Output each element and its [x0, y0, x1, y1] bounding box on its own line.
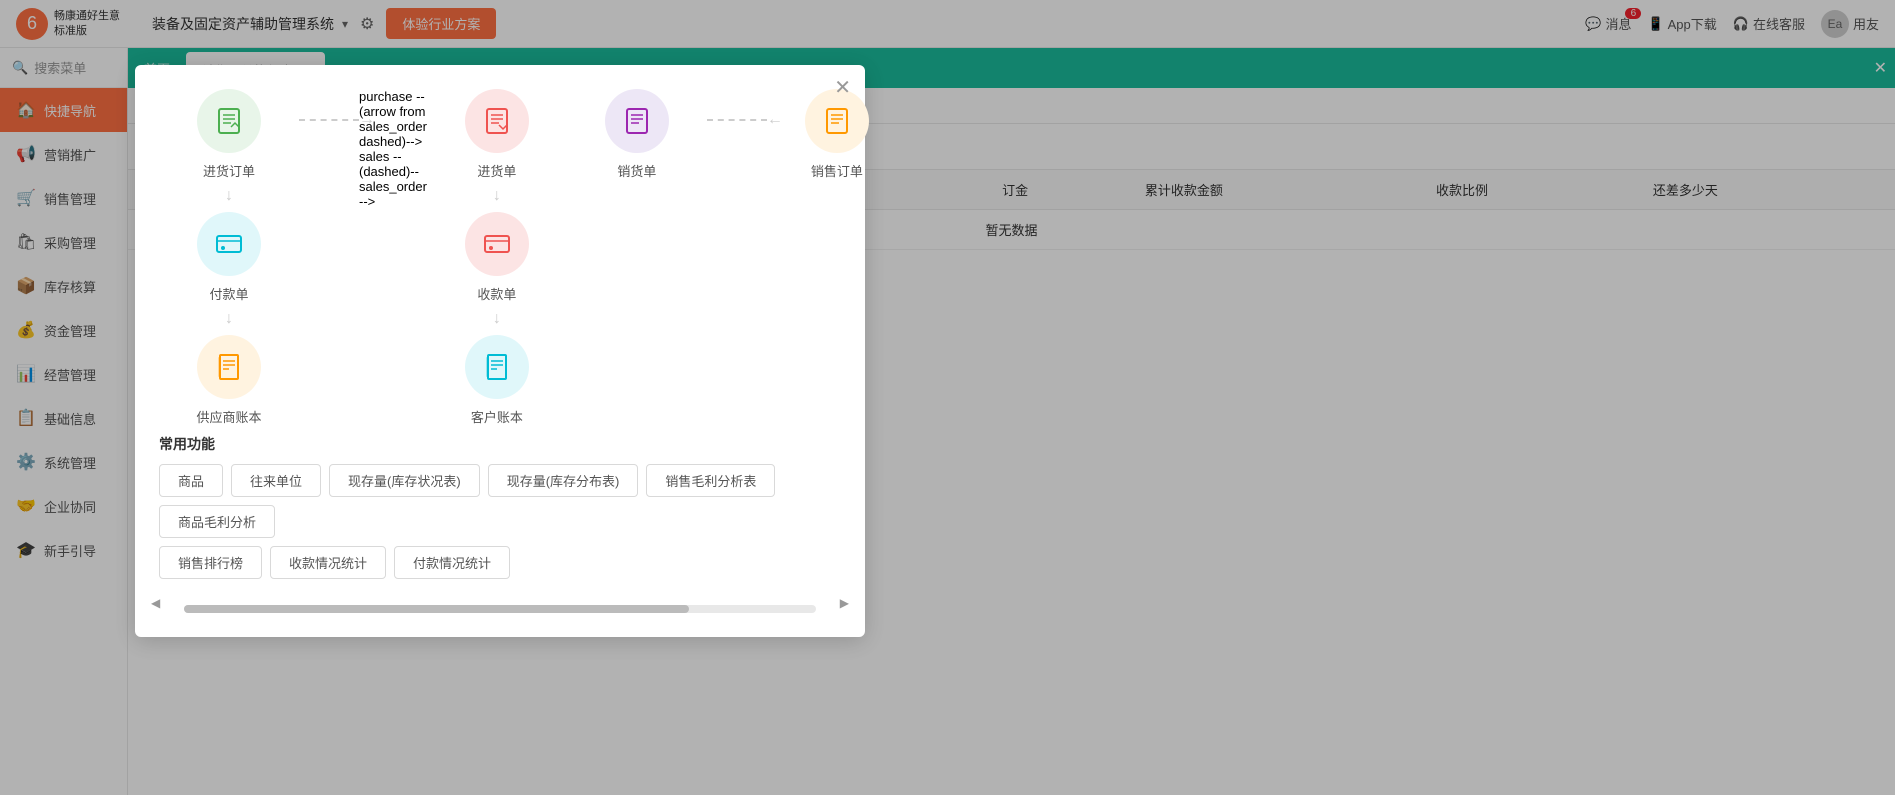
modal-close-btn[interactable]: ✕ [834, 75, 851, 100]
down-arrow-1: ↓ [225, 188, 233, 204]
v-arrow-1: ↓ [225, 180, 233, 212]
down-arrow-2: ↓ [493, 188, 501, 204]
payment-in-circle [465, 212, 529, 276]
col-4: 销售订单 [767, 89, 907, 316]
purchase-order-circle [197, 89, 261, 153]
scroll-left-icon[interactable]: ◀ [151, 596, 160, 610]
payment-in-label: 收款单 [477, 284, 516, 303]
func-btn-contacts[interactable]: 往来单位 [231, 464, 321, 497]
supplier-ledger-circle [197, 335, 261, 399]
v-arrow-4: ↓ [493, 303, 501, 335]
sales-label: 销货单 [617, 161, 656, 180]
flow-diagram: 进货订单 ↓ 付款单 ↓ 供应商账本 [135, 89, 865, 426]
flow-item-purchase-order[interactable]: 进货订单 [159, 89, 299, 180]
func-buttons: 商品 往来单位 现存量(库存状况表) 现存量(库存分布表) 销售毛利分析表 商品… [159, 464, 841, 538]
col-1: 进货订单 ↓ 付款单 ↓ 供应商账本 [159, 89, 299, 426]
flow-item-supplier-ledger[interactable]: 供应商账本 [159, 335, 299, 426]
customer-ledger-label: 客户账本 [471, 407, 523, 426]
h-arrow-2: ← [707, 89, 767, 217]
flow-item-sales-order[interactable]: 销售订单 [767, 89, 907, 180]
func-btn-goods[interactable]: 商品 [159, 464, 223, 497]
flow-item-customer-ledger[interactable]: 客户账本 [427, 335, 567, 426]
payment-out-circle [197, 212, 261, 276]
func-btn-goods-profit[interactable]: 商品毛利分析 [159, 505, 275, 538]
sales-order-label: 销售订单 [811, 161, 863, 180]
payment-out-label: 付款单 [209, 284, 248, 303]
purchase-label: 进货单 [477, 161, 516, 180]
flow-item-payment-in[interactable]: 收款单 [427, 212, 567, 303]
func-btn-sales-profit[interactable]: 销售毛利分析表 [646, 464, 775, 497]
down-arrow-3: ↓ [225, 311, 233, 327]
func-buttons-row2: 销售排行榜 收款情况统计 付款情况统计 [159, 546, 841, 579]
purchase-circle [465, 89, 529, 153]
flow-item-sales[interactable]: 销货单 [567, 89, 707, 180]
modal-box: ✕ 进货订单 ↓ 付款单 [135, 65, 865, 637]
flow-item-payment-out[interactable]: 付款单 [159, 212, 299, 303]
flow-item-purchase[interactable]: 进货单 [427, 89, 567, 180]
col-2: 进货单 ↓ 收款单 ↓ 客户账本 [427, 89, 567, 426]
purchase-order-label: 进货订单 [203, 161, 255, 180]
func-btn-receipt-stat[interactable]: 收款情况统计 [270, 546, 386, 579]
func-btn-sales-rank[interactable]: 销售排行榜 [159, 546, 262, 579]
v-arrow-3: ↓ [225, 303, 233, 335]
modal-scrollbar-area: ◀ ▶ [151, 593, 849, 613]
down-arrow-4: ↓ [493, 311, 501, 327]
common-funcs-title: 常用功能 [159, 434, 841, 454]
modal-overlay[interactable]: ✕ 进货订单 ↓ 付款单 [0, 0, 1895, 795]
func-btn-stock-dist[interactable]: 现存量(库存分布表) [488, 464, 639, 497]
scroll-right-icon[interactable]: ▶ [840, 596, 849, 610]
h-arrow-1: → [299, 89, 359, 217]
supplier-ledger-label: 供应商账本 [196, 407, 261, 426]
modal-scrollbar[interactable] [184, 605, 816, 613]
common-funcs: 常用功能 商品 往来单位 现存量(库存状况表) 现存量(库存分布表) 销售毛利分… [135, 426, 865, 579]
col-3: 销货单 [567, 89, 707, 316]
v-arrow-2: ↓ [493, 180, 501, 212]
sales-circle [605, 89, 669, 153]
customer-ledger-circle [465, 335, 529, 399]
func-btn-payment-stat[interactable]: 付款情况统计 [394, 546, 510, 579]
func-btn-stock-status[interactable]: 现存量(库存状况表) [329, 464, 480, 497]
modal-scrollbar-thumb [184, 605, 689, 613]
